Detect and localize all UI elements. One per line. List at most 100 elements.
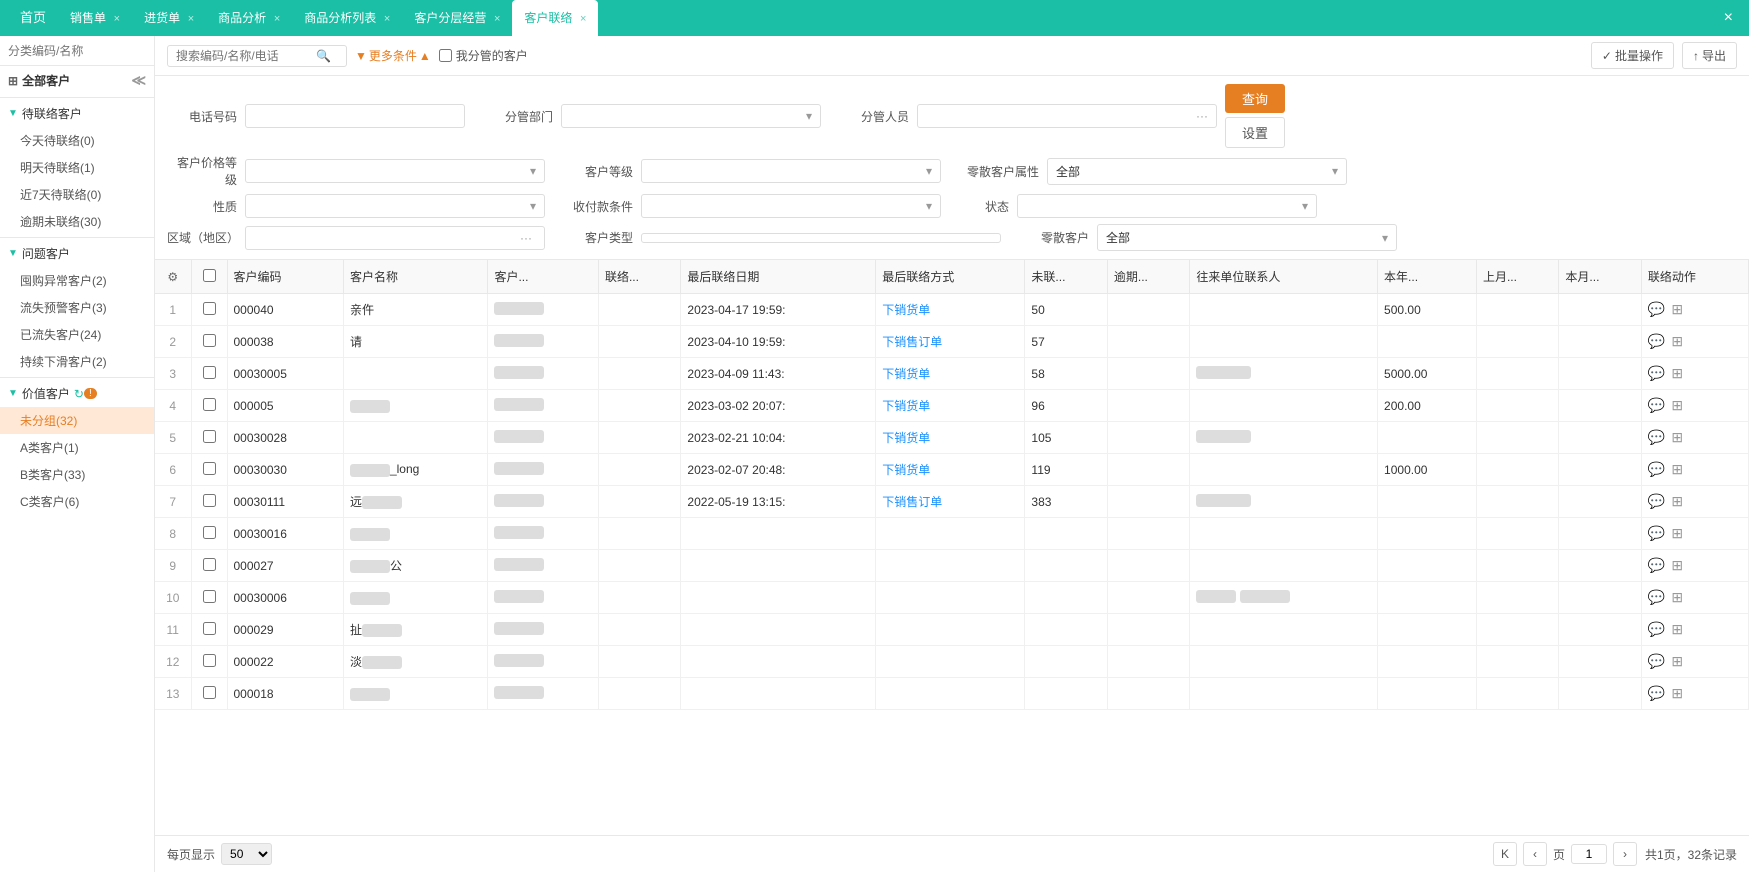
sidebar-item-class-a[interactable]: A类客户(1): [0, 434, 154, 461]
close-analysis-list-tab[interactable]: ×: [384, 13, 390, 25]
sidebar-group-pending-title[interactable]: ▼ 待联络客户: [0, 100, 154, 127]
nature-select[interactable]: ▾: [245, 194, 545, 218]
last-method-link[interactable]: 下销货单: [882, 303, 930, 317]
chat-icon[interactable]: 💬: [1648, 653, 1665, 670]
sidebar-item-ungrouped[interactable]: 未分组(32): [0, 407, 154, 434]
sidebar-collapse-icon[interactable]: ≪: [131, 72, 146, 89]
last-method-link[interactable]: 下销售订单: [882, 495, 942, 509]
last-method-link[interactable]: 下销货单: [882, 367, 930, 381]
chat-icon[interactable]: 💬: [1648, 333, 1665, 350]
customer-type-select[interactable]: [641, 233, 1001, 243]
last-method-link[interactable]: 下销货单: [882, 399, 930, 413]
row-checkbox[interactable]: [203, 334, 216, 347]
sidebar-group-value-title[interactable]: ▼ 价值客户 ↻ !: [0, 380, 154, 407]
row-checkbox[interactable]: [203, 526, 216, 539]
chat-icon[interactable]: 💬: [1648, 525, 1665, 542]
sidebar-group-problem-title[interactable]: ▼ 问题客户: [0, 240, 154, 267]
more-icon[interactable]: ⊞: [1671, 653, 1683, 670]
manager-select[interactable]: ···: [917, 104, 1217, 128]
close-analysis-tab[interactable]: ×: [274, 13, 280, 25]
status-select[interactable]: ▾: [1017, 194, 1317, 218]
more-icon[interactable]: ⊞: [1671, 525, 1683, 542]
sidebar-item-overdue[interactable]: 逾期未联络(30): [0, 208, 154, 235]
region-ellipsis[interactable]: ···: [516, 231, 536, 245]
page-number-input[interactable]: [1571, 844, 1607, 864]
retail-attr-select[interactable]: 全部▾: [1047, 158, 1347, 185]
select-all-header[interactable]: [191, 260, 227, 294]
row-checkbox[interactable]: [203, 494, 216, 507]
chat-icon[interactable]: 💬: [1648, 493, 1665, 510]
prev-page-button[interactable]: ‹: [1523, 842, 1547, 866]
close-segment-tab[interactable]: ×: [494, 13, 500, 25]
sidebar-item-declining[interactable]: 持续下滑客户(2): [0, 348, 154, 375]
more-icon[interactable]: ⊞: [1671, 461, 1683, 478]
sidebar-all-customers[interactable]: ⊞ 全部客户 ≪: [0, 66, 154, 95]
export-button[interactable]: ↑ 导出: [1682, 42, 1737, 69]
window-close-button[interactable]: ×: [1716, 9, 1741, 27]
dept-select[interactable]: ▾: [561, 104, 821, 128]
chat-icon[interactable]: 💬: [1648, 461, 1665, 478]
sidebar-item-hoarding[interactable]: 囤购异常客户(2): [0, 267, 154, 294]
chat-icon[interactable]: 💬: [1648, 621, 1665, 638]
sidebar-item-class-b[interactable]: B类客户(33): [0, 461, 154, 488]
nav-tab-analysis[interactable]: 商品分析 ×: [206, 0, 292, 36]
batch-operation-button[interactable]: ✓ 批量操作: [1591, 42, 1674, 69]
sidebar-item-today[interactable]: 今天待联络(0): [0, 127, 154, 154]
row-checkbox[interactable]: [203, 430, 216, 443]
nav-tab-purchase[interactable]: 进货单 ×: [132, 0, 206, 36]
my-customers-check[interactable]: [439, 49, 452, 62]
chat-icon[interactable]: 💬: [1648, 365, 1665, 382]
chat-icon[interactable]: 💬: [1648, 397, 1665, 414]
nav-home[interactable]: 首页: [8, 0, 58, 36]
query-button[interactable]: 查询: [1225, 84, 1285, 113]
gear-column-header[interactable]: ⚙: [155, 260, 191, 294]
more-icon[interactable]: ⊞: [1671, 493, 1683, 510]
sidebar-item-churn-warning[interactable]: 流失预警客户(3): [0, 294, 154, 321]
chat-icon[interactable]: 💬: [1648, 685, 1665, 702]
row-checkbox[interactable]: [203, 462, 216, 475]
price-level-select[interactable]: ▾: [245, 159, 545, 183]
row-checkbox[interactable]: [203, 686, 216, 699]
more-icon[interactable]: ⊞: [1671, 621, 1683, 638]
chat-icon[interactable]: 💬: [1648, 589, 1665, 606]
more-icon[interactable]: ⊞: [1671, 429, 1683, 446]
chat-icon[interactable]: 💬: [1648, 301, 1665, 318]
row-checkbox[interactable]: [203, 398, 216, 411]
sidebar-item-tomorrow[interactable]: 明天待联络(1): [0, 154, 154, 181]
payment-select[interactable]: ▾: [641, 194, 941, 218]
region-select[interactable]: ···: [245, 226, 545, 250]
nav-tab-customer-contact[interactable]: 客户联络 ×: [512, 0, 598, 36]
chat-icon[interactable]: 💬: [1648, 429, 1665, 446]
sidebar-search-input[interactable]: [8, 44, 155, 58]
filter-more-conditions[interactable]: ▼ 更多条件 ▲: [355, 47, 431, 64]
select-all-checkbox[interactable]: [203, 269, 216, 282]
close-contact-tab[interactable]: ×: [580, 13, 586, 25]
row-checkbox[interactable]: [203, 590, 216, 603]
my-customers-checkbox[interactable]: 我分管的客户: [439, 47, 528, 64]
nav-tab-analysis-list[interactable]: 商品分析列表 ×: [292, 0, 402, 36]
page-size-select[interactable]: 50 20 100: [221, 843, 272, 865]
filter-search-icon[interactable]: 🔍: [316, 49, 331, 63]
next-page-button[interactable]: ›: [1613, 842, 1637, 866]
retail-customer-select[interactable]: 全部▾: [1097, 224, 1397, 251]
close-purchase-tab[interactable]: ×: [188, 13, 194, 25]
more-icon[interactable]: ⊞: [1671, 365, 1683, 382]
sidebar-item-7days[interactable]: 近7天待联络(0): [0, 181, 154, 208]
row-checkbox[interactable]: [203, 302, 216, 315]
more-icon[interactable]: ⊞: [1671, 301, 1683, 318]
last-method-link[interactable]: 下销货单: [882, 431, 930, 445]
last-method-link[interactable]: 下销货单: [882, 463, 930, 477]
more-icon[interactable]: ⊞: [1671, 685, 1683, 702]
nav-tab-customer-segment[interactable]: 客户分层经营 ×: [402, 0, 512, 36]
row-checkbox[interactable]: [203, 558, 216, 571]
customer-level-select[interactable]: ▾: [641, 159, 941, 183]
nav-tab-sales[interactable]: 销售单 ×: [58, 0, 132, 36]
row-checkbox[interactable]: [203, 366, 216, 379]
filter-search-input[interactable]: [176, 49, 316, 63]
last-method-link[interactable]: 下销售订单: [882, 335, 942, 349]
first-page-button[interactable]: K: [1493, 842, 1517, 866]
sidebar-item-class-c[interactable]: C类客户(6): [0, 488, 154, 515]
more-icon[interactable]: ⊞: [1671, 589, 1683, 606]
close-sales-tab[interactable]: ×: [114, 13, 120, 25]
refresh-icon[interactable]: ↻: [74, 387, 84, 401]
